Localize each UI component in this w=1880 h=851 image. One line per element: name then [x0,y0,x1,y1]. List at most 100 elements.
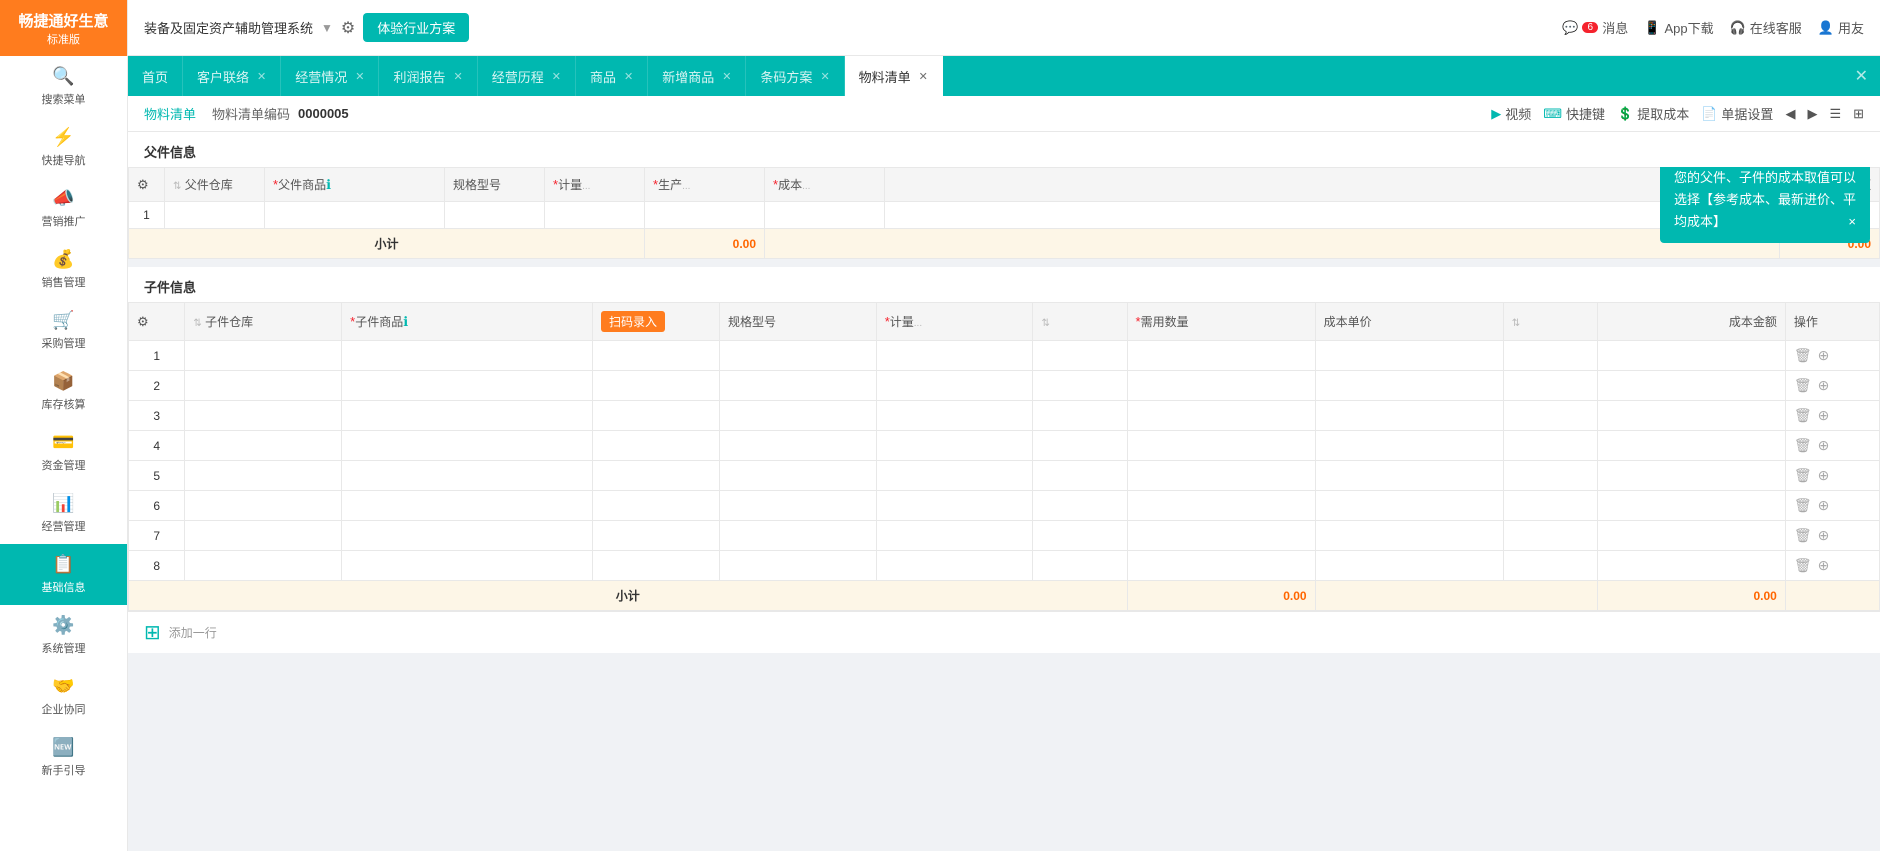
action-menu[interactable]: ☰ [1829,106,1841,122]
child-cell-spec-5[interactable] [719,491,876,521]
nav-tab-5[interactable]: 新增商品 ✕ [648,56,746,96]
child-cell-unitcost-2[interactable] [1315,401,1503,431]
child-cell-qty-5[interactable] [1127,491,1315,521]
nav-tab-1[interactable]: 经营情况 ✕ [281,56,379,96]
copy-icon-3[interactable]: ⊕ [1818,437,1830,454]
child-cell-spec-0[interactable] [719,341,876,371]
copy-icon-0[interactable]: ⊕ [1818,347,1830,364]
add-row-icon[interactable]: ⊞ [144,620,161,645]
child-cell-qty-7[interactable] [1127,551,1315,581]
sidebar-item-9[interactable]: ⚙️系统管理 [0,605,127,666]
action-nav-next[interactable]: ▶ [1807,106,1817,122]
nav-tab-6[interactable]: 条码方案 ✕ [746,56,844,96]
child-cell-unit-1[interactable] [876,371,1033,401]
sidebar-item-7[interactable]: 📊经营管理 [0,483,127,544]
child-th-scan[interactable]: 扫码录入 [592,303,719,341]
delete-icon-1[interactable]: 🗑 [1794,377,1812,394]
child-cell-unitcost-6[interactable] [1315,521,1503,551]
nav-tab-2[interactable]: 利润报告 ✕ [379,56,477,96]
child-cell-unit-0[interactable] [876,341,1033,371]
child-cell-unitcost-4[interactable] [1315,461,1503,491]
delete-icon-3[interactable]: 🗑 [1794,437,1812,454]
child-cell-scan-4[interactable] [592,461,719,491]
child-cell-product-2[interactable] [342,401,593,431]
parent-cell-produce-1[interactable] [645,202,765,229]
child-cell-scan-2[interactable] [592,401,719,431]
tab-home[interactable]: 首页 [128,56,183,96]
delete-icon-0[interactable]: 🗑 [1794,347,1812,364]
tooltip-close-button[interactable]: × [1848,211,1856,233]
child-cell-scan-1[interactable] [592,371,719,401]
action-video[interactable]: ▶ 视频 [1491,104,1531,123]
sidebar-item-5[interactable]: 📦库存核算 [0,361,127,422]
sidebar-item-11[interactable]: 🆕新手引导 [0,727,127,788]
child-cell-unit-3[interactable] [876,431,1033,461]
parent-cell-warehouse-1[interactable] [165,202,265,229]
child-cell-warehouse-7[interactable] [185,551,342,581]
sidebar-item-8[interactable]: 📋基础信息 [0,544,127,605]
tab-close-4[interactable]: ✕ [624,70,633,83]
sidebar-item-3[interactable]: 💰销售管理 [0,239,127,300]
action-nav-prev[interactable]: ◀ [1785,106,1795,122]
child-cell-scan-3[interactable] [592,431,719,461]
user-item[interactable]: 👤 用友 [1818,18,1864,37]
child-cell-unit-4[interactable] [876,461,1033,491]
nav-tab-4[interactable]: 商品 ✕ [576,56,648,96]
nav-tab-0[interactable]: 客户联络 ✕ [183,56,281,96]
child-th-gear[interactable]: ⚙ [129,303,185,341]
app-download-item[interactable]: 📱 App下载 [1644,18,1713,37]
child-cell-qty-3[interactable] [1127,431,1315,461]
system-dropdown[interactable]: ▼ [321,21,333,35]
child-cell-unit-5[interactable] [876,491,1033,521]
child-cell-unitcost-0[interactable] [1315,341,1503,371]
child-cell-spec-6[interactable] [719,521,876,551]
online-service-item[interactable]: 🎧 在线客服 [1730,18,1802,37]
tab-close-6[interactable]: ✕ [820,70,829,83]
parent-cell-cost-1[interactable] [765,202,885,229]
child-cell-warehouse-5[interactable] [185,491,342,521]
tab-close-5[interactable]: ✕ [722,70,731,83]
scan-button[interactable]: 扫码录入 [601,311,665,332]
child-cell-product-1[interactable] [342,371,593,401]
child-cell-spec-2[interactable] [719,401,876,431]
child-cell-qty-6[interactable] [1127,521,1315,551]
tab-close-3[interactable]: ✕ [552,70,561,83]
action-shortcut[interactable]: ⌨ 快捷键 [1543,104,1605,123]
trial-button[interactable]: 体验行业方案 [363,13,469,42]
parent-cell-unit-1[interactable] [545,202,645,229]
action-cost[interactable]: 💲 提取成本 [1617,104,1689,123]
child-cell-scan-6[interactable] [592,521,719,551]
sidebar-item-0[interactable]: 🔍搜索菜单 [0,56,127,117]
action-doc-settings[interactable]: 📄 单据设置 [1701,104,1773,123]
child-cell-qty-2[interactable] [1127,401,1315,431]
child-cell-unit-7[interactable] [876,551,1033,581]
child-cell-spec-1[interactable] [719,371,876,401]
breadcrumb-item-1[interactable]: 物料清单 [144,104,196,123]
copy-icon-4[interactable]: ⊕ [1818,467,1830,484]
delete-icon-5[interactable]: 🗑 [1794,497,1812,514]
child-cell-spec-7[interactable] [719,551,876,581]
message-item[interactable]: 💬 6 消息 [1562,18,1628,37]
tab-close-0[interactable]: ✕ [257,70,266,83]
child-cell-spec-3[interactable] [719,431,876,461]
child-cell-scan-0[interactable] [592,341,719,371]
child-cell-warehouse-3[interactable] [185,431,342,461]
child-cell-product-6[interactable] [342,521,593,551]
child-cell-unit-6[interactable] [876,521,1033,551]
child-cell-warehouse-0[interactable] [185,341,342,371]
child-cell-product-5[interactable] [342,491,593,521]
sidebar-item-4[interactable]: 🛒采购管理 [0,300,127,361]
child-cell-product-4[interactable] [342,461,593,491]
parent-cell-product-1[interactable] [265,202,445,229]
child-cell-product-7[interactable] [342,551,593,581]
child-cell-warehouse-4[interactable] [185,461,342,491]
settings-icon[interactable]: ⚙ [341,18,355,38]
child-cell-scan-5[interactable] [592,491,719,521]
copy-icon-6[interactable]: ⊕ [1818,527,1830,544]
sidebar-item-1[interactable]: ⚡快捷导航 [0,117,127,178]
copy-icon-1[interactable]: ⊕ [1818,377,1830,394]
sidebar-item-10[interactable]: 🤝企业协同 [0,666,127,727]
nav-close-icon[interactable]: ✕ [1843,66,1880,86]
delete-icon-6[interactable]: 🗑 [1794,527,1812,544]
child-cell-qty-1[interactable] [1127,371,1315,401]
